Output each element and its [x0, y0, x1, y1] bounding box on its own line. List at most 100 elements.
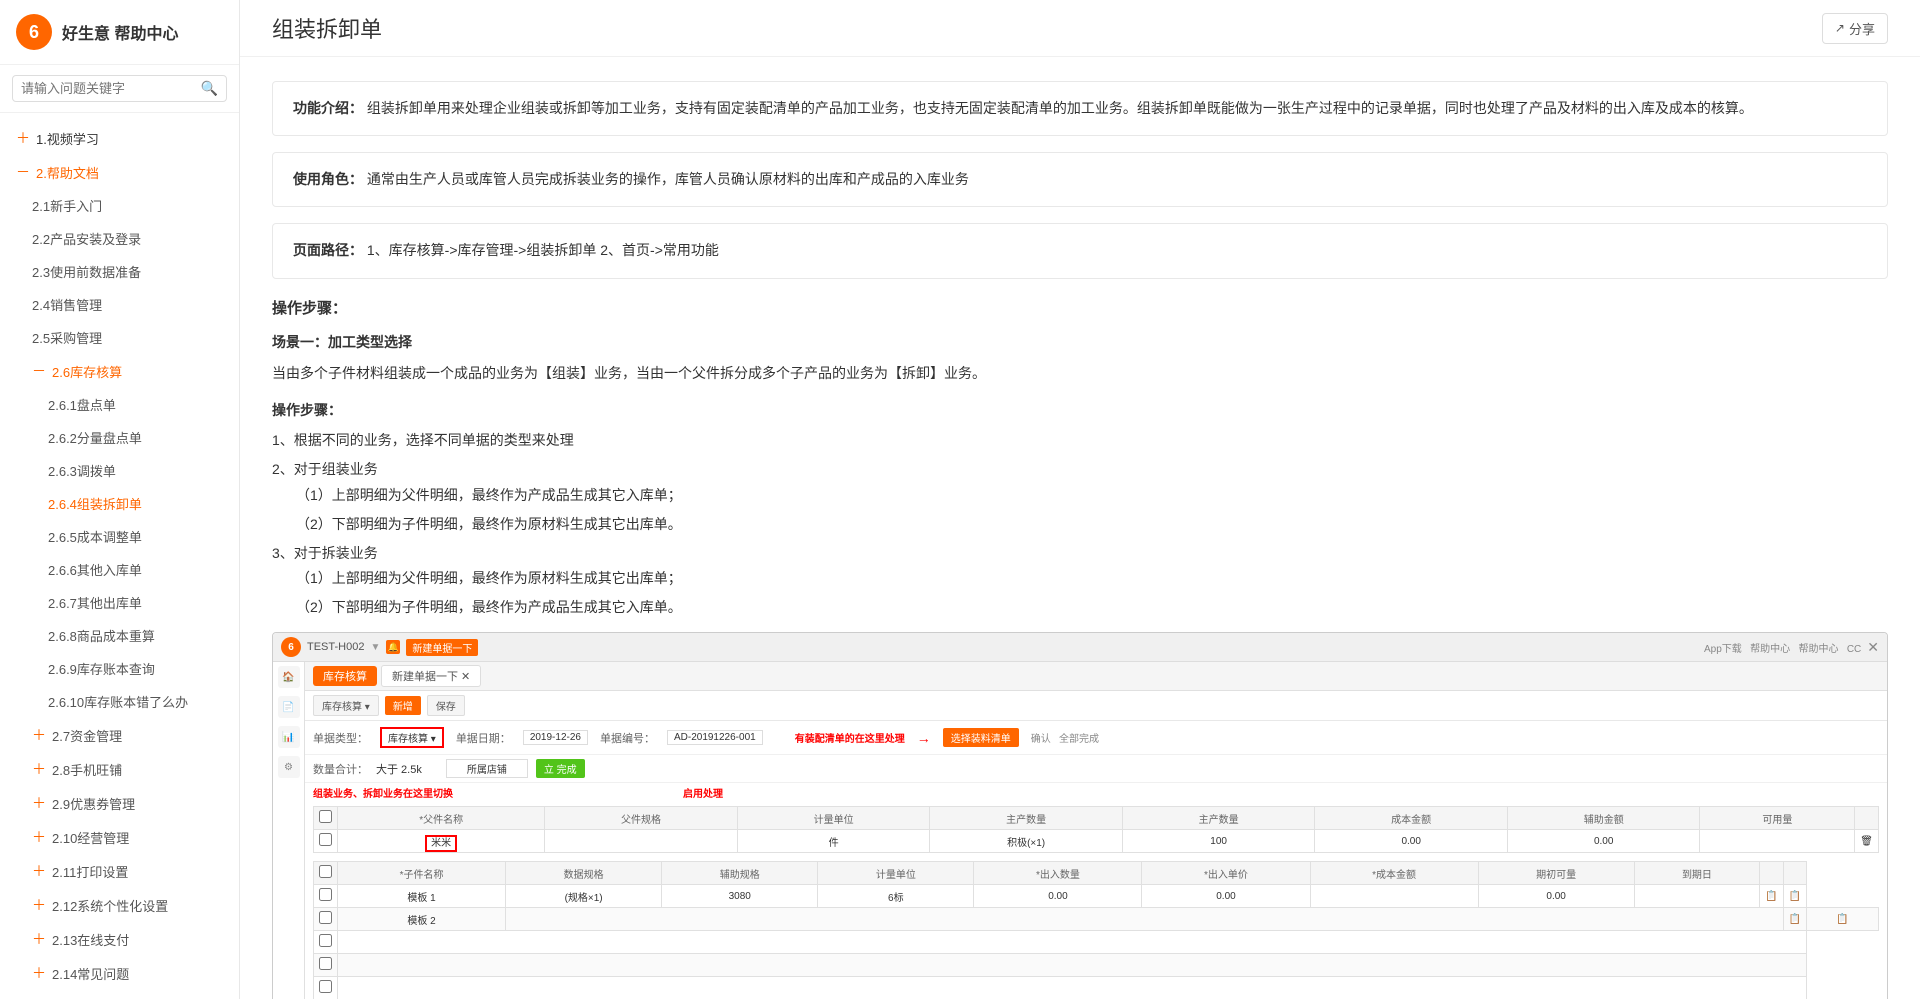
logo-text: 好生意 帮助中心	[62, 20, 178, 44]
form-label-date: 单据日期：	[456, 730, 511, 746]
logo-icon: 6	[16, 14, 52, 50]
btn-doc-type[interactable]: 库存核算 ▾	[313, 695, 379, 716]
sidebar-item-inventory[interactable]: － 2.6库存核算	[0, 354, 239, 388]
sidebar-item-videos[interactable]: ＋ 1.视频学习	[0, 121, 239, 155]
upper-col-edit	[1855, 807, 1879, 830]
lower-col-edit	[1783, 862, 1806, 885]
lower-cell-spec1-1: (规格×1)	[506, 885, 662, 908]
upper-row-1: 米米 件 积极(×1) 100 0.00 0.00 🗑	[314, 830, 1879, 853]
sidebar-item-stocktake[interactable]: 2.6.1盘点单	[0, 388, 239, 421]
sidebar-item-capital[interactable]: ＋ 2.7资金管理	[0, 718, 239, 752]
lower-row-3	[314, 931, 1879, 954]
lower-row2-check[interactable]	[319, 911, 332, 924]
search-box[interactable]: 🔍	[12, 75, 227, 102]
sidebar-item-coupon[interactable]: ＋ 2.9优惠券管理	[0, 786, 239, 820]
lower-col-init: 期初可量	[1478, 862, 1634, 885]
upper-col-unit: 计量单位	[737, 807, 930, 830]
sidebar-item-split-stocktake[interactable]: 2.6.2分量盘点单	[0, 421, 239, 454]
upper-col-spec: 父件规格	[545, 807, 738, 830]
lower-cell-qty-1: 0.00	[974, 885, 1142, 908]
sidebar-item-other-in[interactable]: 2.6.6其他入库单	[0, 553, 239, 586]
lower-row5-check[interactable]	[319, 980, 332, 993]
form-date-value[interactable]: 2019-12-26	[523, 730, 588, 745]
sidebar-item-cases[interactable]: ＋ 2.15操作案例	[0, 990, 239, 999]
sidebar-item-cost-adjust[interactable]: 2.6.5成本调整单	[0, 520, 239, 553]
screenshot-container: 6 TEST-H002 ▼ 🔔 新建单据一下 App下载 帮助中心 帮助中心 C…	[272, 632, 1888, 999]
nav-icon-doc[interactable]: 📄	[278, 696, 300, 718]
step3-subs: （1）上部明细为父件明细，最终作为原材料生成其它出库单； （2）下部明细为子件明…	[296, 566, 1888, 620]
sidebar-item-custom[interactable]: ＋ 2.12系统个性化设置	[0, 888, 239, 922]
lower-col-spec1: 数据规格	[506, 862, 662, 885]
sidebar-item-docs[interactable]: － 2.帮助文档	[0, 155, 239, 189]
lower-row1-check[interactable]	[319, 888, 332, 901]
lower-col-cost: *成本金额	[1310, 862, 1478, 885]
lower-cell-unit-1: 6标	[818, 885, 974, 908]
lower-row4-check[interactable]	[319, 957, 332, 970]
lower-table-wrap: *子件名称 数据规格 辅助规格 计量单位 *出入数量 *出入单价 *成本金额 期…	[305, 861, 1887, 999]
scenario1-title: 场景一：加工类型选择	[272, 332, 1888, 352]
step1: 1、根据不同的业务，选择不同单据的类型来处理	[272, 428, 1888, 453]
new-doc-btn[interactable]: 新建单据一下	[406, 639, 478, 656]
lower-cell-spec2-1: 3080	[662, 885, 818, 908]
minus-icon-inventory: －	[32, 361, 46, 381]
sidebar-item-other-out[interactable]: 2.6.7其他出库单	[0, 586, 239, 619]
app-top-icons: App下载 帮助中心 帮助中心 CC	[1704, 640, 1861, 655]
upper-name-val[interactable]: 米米	[425, 835, 457, 852]
app-subform-row: 数量合计： 大于 2.5k 所属店铺 立 完成	[305, 755, 1887, 783]
lower-cell-price-1: 0.00	[1142, 885, 1310, 908]
sidebar-item-pay[interactable]: ＋ 2.13在线支付	[0, 922, 239, 956]
form-org-input[interactable]: 所属店铺	[446, 759, 528, 778]
upper-cell-del[interactable]: 🗑	[1855, 830, 1879, 853]
sidebar-item-adjust[interactable]: 2.6.3调拨单	[0, 454, 239, 487]
path-text: 页面路径： 1、库存核算->库存管理->组装拆卸单 2、首页->常用功能	[293, 238, 1867, 263]
ops-title: 操作步骤：	[272, 297, 1888, 318]
btn-save[interactable]: 保存	[427, 695, 465, 716]
sidebar-item-mobile[interactable]: ＋ 2.8手机旺铺	[0, 752, 239, 786]
window-id: TEST-H002	[307, 641, 364, 653]
upper-cell-check[interactable]	[314, 830, 338, 853]
btn-new[interactable]: 新增	[385, 696, 421, 715]
sidebar-item-account-error[interactable]: 2.6.10库存账本错了么办	[0, 685, 239, 718]
btn-confirm[interactable]: 确认 全部完成	[1031, 730, 1099, 745]
share-button[interactable]: ↗ 分享	[1822, 13, 1888, 44]
upper-cell-avail	[1700, 830, 1855, 853]
search-icon[interactable]: 🔍	[201, 80, 218, 97]
form-docno-value: AD-20191226-001	[667, 730, 763, 745]
sidebar-item-install[interactable]: 2.2产品安装及登录	[0, 222, 239, 255]
btn-select-template[interactable]: 选择装料清单	[943, 728, 1019, 747]
app-window: 6 TEST-H002 ▼ 🔔 新建单据一下 App下载 帮助中心 帮助中心 C…	[273, 633, 1887, 999]
upper-check-all[interactable]	[319, 810, 332, 823]
lower-row3-check[interactable]	[319, 934, 332, 947]
lower-col-price: *出入单价	[1142, 862, 1310, 885]
search-area: 🔍	[0, 65, 239, 113]
btn-confirm2[interactable]: 立 完成	[536, 759, 585, 778]
sidebar-item-print[interactable]: ＋ 2.11打印设置	[0, 854, 239, 888]
form-qty-val: 大于 2.5k	[376, 761, 422, 777]
lower-check-all[interactable]	[319, 865, 332, 878]
row1-check[interactable]	[319, 833, 332, 846]
sidebar-item-ops[interactable]: ＋ 2.10经营管理	[0, 820, 239, 854]
close-icon[interactable]: ✕	[1867, 639, 1879, 656]
sidebar-item-purchase[interactable]: 2.5采购管理	[0, 321, 239, 354]
sidebar-item-assembly[interactable]: 2.6.4组装拆卸单	[0, 487, 239, 520]
nav-icon-settings[interactable]: ⚙	[278, 756, 300, 778]
sidebar-item-new-user[interactable]: 2.1新手入门	[0, 189, 239, 222]
lower-cell-cost-1	[1310, 885, 1478, 908]
func-intro-text: 功能介绍： 组装拆卸单用来处理企业组装或拆卸等加工业务，支持有固定装配清单的产品…	[293, 96, 1867, 121]
plus-icon-pay: ＋	[32, 929, 46, 949]
sidebar-item-stock-query[interactable]: 2.6.9库存账本查询	[0, 652, 239, 685]
form-doctype-value[interactable]: 库存核算 ▾	[380, 727, 444, 748]
sidebar-item-sales[interactable]: 2.4销售管理	[0, 288, 239, 321]
tab-new-doc[interactable]: 新建单据一下 ✕	[381, 665, 481, 687]
tab-inventory[interactable]: 库存核算	[313, 666, 377, 686]
search-input[interactable]	[21, 81, 201, 96]
lower-cell-expire-1	[1634, 885, 1760, 908]
sidebar-item-faq[interactable]: ＋ 2.14常见问题	[0, 956, 239, 990]
nav-icon-chart[interactable]: 📊	[278, 726, 300, 748]
sidebar-item-data-prep[interactable]: 2.3使用前数据准备	[0, 255, 239, 288]
sidebar-item-cost-recalc[interactable]: 2.6.8商品成本重算	[0, 619, 239, 652]
nav-icon-home[interactable]: 🏠	[278, 666, 300, 688]
annotation-mid-left: 组装业务、拆卸业务在这里切换	[313, 785, 453, 800]
lower-col-spec2: 辅助规格	[662, 862, 818, 885]
lower-row-1: 模板 1 (规格×1) 3080 6标 0.00 0.00 0.00	[314, 885, 1879, 908]
